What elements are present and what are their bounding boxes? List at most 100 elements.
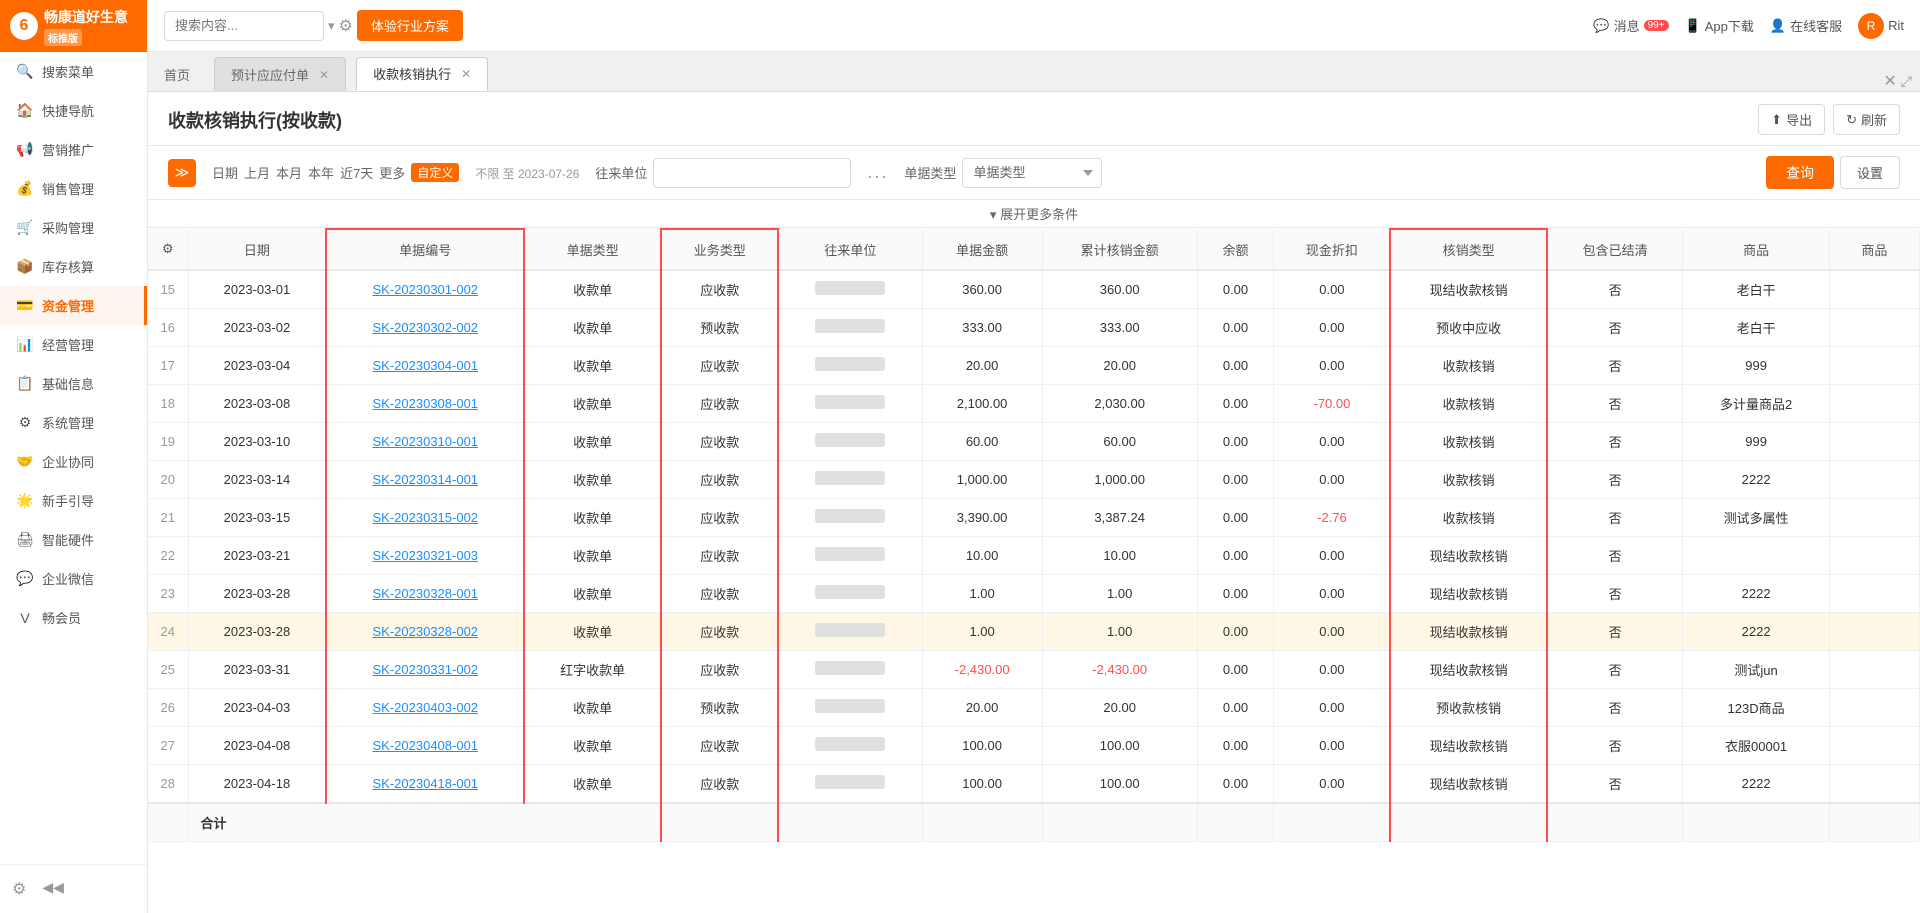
date-last-7[interactable]: 近7天 [340, 163, 373, 182]
filter-toggle-button[interactable]: ≫ [168, 159, 196, 187]
bill-no-link-8[interactable]: SK-20230328-001 [373, 586, 479, 601]
sidebar-item-hardware[interactable]: 🖨 智能硬件 [0, 520, 147, 559]
footer-amount [922, 803, 1042, 842]
tab-home[interactable]: 首页 [148, 57, 206, 91]
customer-service-button[interactable]: 👤 在线客服 [1770, 16, 1842, 35]
sidebar-item-enterprise[interactable]: 🤝 企业协同 [0, 442, 147, 481]
refresh-button[interactable]: ↻ 刷新 [1833, 104, 1900, 135]
sidebar-label-system: 系统管理 [42, 413, 94, 432]
sidebar-collapse-icon[interactable]: ◀◀ [42, 879, 64, 899]
bill-no-link-12[interactable]: SK-20230408-001 [373, 738, 479, 753]
td-amount-5: 1,000.00 [922, 461, 1042, 499]
date-custom[interactable]: 自定义 [411, 163, 459, 182]
expand-conditions-button[interactable]: ▾ 展开更多条件 [990, 204, 1078, 223]
sidebar-item-marketing[interactable]: 📢 营销推广 [0, 130, 147, 169]
date-filter-group: 日期 上月 本月 本年 近7天 更多 自定义 [212, 163, 459, 182]
filter-more-dots[interactable]: ... [867, 162, 888, 183]
topbar-gear-icon[interactable]: ⚙ [339, 16, 353, 36]
sidebar-item-purchase[interactable]: 🛒 采购管理 [0, 208, 147, 247]
td-goods2-7 [1829, 537, 1919, 575]
industry-solution-button[interactable]: 体验行业方案 [357, 10, 463, 41]
td-goods-5: 2222 [1683, 461, 1829, 499]
voucher-type-select[interactable]: 单据类型 [962, 158, 1102, 188]
sidebar-item-member[interactable]: V 畅会员 [0, 598, 147, 637]
sidebar-item-system[interactable]: ⚙ 系统管理 [0, 403, 147, 442]
tabbar: 首页 预计应应付单 ✕ 收款核销执行 ✕ ✕ ⤢ [148, 52, 1920, 92]
date-this-month[interactable]: 本月 [276, 163, 302, 182]
td-partner-13 [778, 765, 922, 804]
bill-no-link-11[interactable]: SK-20230403-002 [373, 700, 479, 715]
td-balance-4: 0.00 [1197, 423, 1274, 461]
bill-no-link-7[interactable]: SK-20230321-003 [373, 548, 479, 563]
sidebar-item-shortcuts[interactable]: 🏠 快捷导航 [0, 91, 147, 130]
td-bill-type-6: 收款单 [524, 499, 661, 537]
td-balance-0: 0.00 [1197, 270, 1274, 309]
bill-no-link-3[interactable]: SK-20230308-001 [373, 396, 479, 411]
td-goods-0: 老白干 [1683, 270, 1829, 309]
settings-button[interactable]: 设置 [1840, 156, 1900, 189]
bill-no-link-4[interactable]: SK-20230310-001 [373, 434, 479, 449]
td-goods2-2 [1829, 347, 1919, 385]
bill-no-link-13[interactable]: SK-20230418-001 [373, 776, 479, 791]
tab-close-all-icon[interactable]: ✕ [1883, 71, 1896, 91]
export-button[interactable]: ⬆ 导出 [1758, 104, 1825, 135]
table-row: 19 2023-03-10 SK-20230310-001 收款单 应收款 60… [148, 423, 1920, 461]
bill-no-link-0[interactable]: SK-20230301-002 [373, 282, 479, 297]
bill-no-link-5[interactable]: SK-20230314-001 [373, 472, 479, 487]
td-bill-type-11: 收款单 [524, 689, 661, 727]
bill-no-link-2[interactable]: SK-20230304-001 [373, 358, 479, 373]
td-cash-discount-7: 0.00 [1274, 537, 1391, 575]
sidebar-label-shortcuts: 快捷导航 [42, 101, 94, 120]
td-bill-type-3: 收款单 [524, 385, 661, 423]
sidebar-item-guide[interactable]: 🌟 新手引导 [0, 481, 147, 520]
tab-expand-icon[interactable]: ⤢ [1901, 73, 1912, 90]
td-biz-type-13: 应收款 [661, 765, 778, 804]
td-goods2-12 [1829, 727, 1919, 765]
app-download-button[interactable]: 📱 App下载 [1685, 16, 1754, 35]
sidebar-settings-icon[interactable]: ⚙ [12, 879, 26, 899]
partner-filter-input[interactable] [653, 158, 851, 188]
notification-button[interactable]: 💬 消息 99+ [1593, 16, 1668, 35]
td-amount-2: 20.00 [922, 347, 1042, 385]
td-goods2-5 [1829, 461, 1919, 499]
td-include-settled-5: 否 [1547, 461, 1683, 499]
td-goods-8: 2222 [1683, 575, 1829, 613]
export-icon: ⬆ [1771, 112, 1782, 128]
th-settings[interactable]: ⚙ [148, 229, 188, 270]
td-include-settled-3: 否 [1547, 385, 1683, 423]
date-this-year[interactable]: 本年 [308, 163, 334, 182]
date-last-month[interactable]: 上月 [244, 163, 270, 182]
sidebar-label-member: 畅会员 [42, 608, 81, 627]
bill-no-link-10[interactable]: SK-20230331-002 [373, 662, 479, 677]
td-bill-no-10: SK-20230331-002 [326, 651, 524, 689]
bill-no-link-9[interactable]: SK-20230328-002 [373, 624, 479, 639]
td-cash-discount-9: 0.00 [1274, 613, 1391, 651]
sidebar-item-wechat[interactable]: 💬 企业微信 [0, 559, 147, 598]
th-include-settled: 包含已结清 [1547, 229, 1683, 270]
td-goods-1: 老白干 [1683, 309, 1829, 347]
td-write-off-5: 1,000.00 [1042, 461, 1197, 499]
td-bill-no-8: SK-20230328-001 [326, 575, 524, 613]
query-button[interactable]: 查询 [1766, 156, 1834, 189]
date-more[interactable]: 更多 [379, 163, 405, 182]
td-goods-2: 999 [1683, 347, 1829, 385]
sidebar-item-basic[interactable]: 📋 基础信息 [0, 364, 147, 403]
user-profile[interactable]: R Rit [1858, 13, 1904, 39]
bill-no-link-1[interactable]: SK-20230302-002 [373, 320, 479, 335]
tab-receipt-close-icon[interactable]: ✕ [461, 67, 471, 81]
tab-payable-close-icon[interactable]: ✕ [319, 68, 329, 82]
td-biz-type-10: 应收款 [661, 651, 778, 689]
sidebar-item-search[interactable]: 🔍 搜索菜单 [0, 52, 147, 91]
bill-no-link-6[interactable]: SK-20230315-002 [373, 510, 479, 525]
sidebar-item-operations[interactable]: 📊 经营管理 [0, 325, 147, 364]
sidebar-item-inventory[interactable]: 📦 库存核算 [0, 247, 147, 286]
tab-receipt[interactable]: 收款核销执行 ✕ [356, 57, 488, 91]
date-filter-label: 日期 [212, 163, 238, 182]
tab-payable[interactable]: 预计应应付单 ✕ [214, 57, 346, 91]
breadcrumb-input[interactable] [164, 11, 324, 41]
page-header: 收款核销执行(按收款) ⬆ 导出 ↻ 刷新 [148, 92, 1920, 146]
sidebar-item-finance[interactable]: 💳 资金管理 [0, 286, 147, 325]
table-footer-row: 合计 [148, 803, 1920, 842]
td-bill-type-8: 收款单 [524, 575, 661, 613]
sidebar-item-sales[interactable]: 💰 销售管理 [0, 169, 147, 208]
